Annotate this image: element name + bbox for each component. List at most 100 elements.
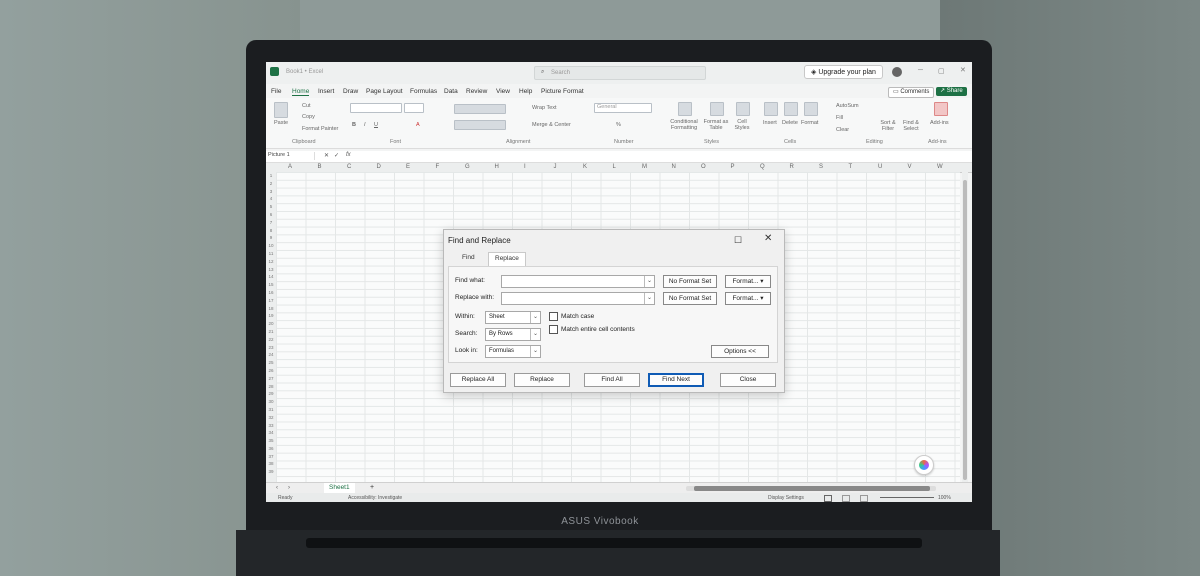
page-break-view-icon[interactable]	[860, 495, 868, 502]
column-header-j[interactable]: J	[554, 164, 557, 170]
search-dropdown-icon[interactable]: ⌄	[530, 329, 540, 340]
row-header[interactable]: 4	[266, 195, 276, 203]
vertical-scroll-thumb[interactable]	[963, 180, 967, 480]
within-dropdown-icon[interactable]: ⌄	[530, 312, 540, 323]
column-header-f[interactable]: F	[436, 164, 440, 170]
row-header[interactable]: 17	[266, 297, 276, 305]
formula-input[interactable]	[362, 152, 952, 160]
row-header[interactable]: 19	[266, 312, 276, 320]
column-header-v[interactable]: V	[908, 164, 912, 170]
menu-data[interactable]: Data	[444, 88, 458, 95]
row-header[interactable]: 30	[266, 398, 276, 406]
menu-page-layout[interactable]: Page Layout	[366, 88, 403, 95]
share-button[interactable]: ↗ Share	[936, 87, 967, 96]
row-header[interactable]: 14	[266, 273, 276, 281]
underline-button[interactable]: U	[374, 122, 378, 128]
menu-picture-format[interactable]: Picture Format	[541, 88, 584, 95]
bold-button[interactable]: B	[352, 122, 356, 128]
zoom-level[interactable]: 100%	[938, 495, 951, 501]
find-select-button[interactable]: Find & Select	[900, 120, 922, 132]
row-header[interactable]: 38	[266, 460, 276, 468]
row-header[interactable]: 9	[266, 234, 276, 242]
find-what-dropdown-icon[interactable]: ⌄	[644, 276, 654, 287]
column-header-o[interactable]: O	[701, 164, 706, 170]
zoom-slider[interactable]	[880, 497, 934, 498]
row-header[interactable]: 33	[266, 422, 276, 430]
row-header[interactable]: 13	[266, 266, 276, 274]
tab-find[interactable]: Find	[456, 252, 481, 267]
row-header[interactable]: 36	[266, 445, 276, 453]
confirm-icon[interactable]: ✓	[334, 152, 339, 159]
search-select[interactable]: By Rows ⌄	[485, 328, 541, 341]
prev-sheet-icon[interactable]: ‹	[276, 485, 278, 491]
row-header[interactable]: 35	[266, 437, 276, 445]
font-size-box[interactable]	[404, 103, 424, 113]
paste-icon[interactable]	[274, 102, 288, 118]
match-entire-checkbox[interactable]	[549, 325, 558, 334]
merge-center-button[interactable]: Merge & Center	[532, 122, 571, 128]
fx-icon[interactable]: fx	[346, 152, 351, 158]
row-header[interactable]: 25	[266, 359, 276, 367]
insert-cells-icon[interactable]	[764, 102, 778, 116]
find-all-button[interactable]: Find All	[584, 373, 640, 387]
format-painter-button[interactable]: Format Painter	[302, 126, 338, 132]
column-header-n[interactable]: N	[672, 164, 676, 170]
cut-button[interactable]: Cut	[302, 103, 311, 109]
column-header-t[interactable]: T	[849, 164, 853, 170]
menu-view[interactable]: View	[496, 88, 510, 95]
name-box[interactable]: Picture 1	[268, 152, 315, 160]
row-header[interactable]: 24	[266, 351, 276, 359]
row-header[interactable]: 15	[266, 281, 276, 289]
row-header[interactable]: 26	[266, 367, 276, 375]
column-header-r[interactable]: R	[790, 164, 794, 170]
dialog-maximize-icon[interactable]: ☐	[734, 235, 742, 246]
format-as-table-icon[interactable]	[710, 102, 724, 116]
replace-all-button[interactable]: Replace All	[450, 373, 506, 387]
clear-button[interactable]: Clear	[836, 127, 849, 133]
conditional-formatting-icon[interactable]	[678, 102, 692, 116]
match-case-checkbox[interactable]	[549, 312, 558, 321]
cancel-icon[interactable]: ✕	[324, 152, 329, 159]
find-what-input[interactable]: ⌄	[501, 275, 655, 288]
row-header[interactable]: 2	[266, 180, 276, 188]
delete-cells-icon[interactable]	[784, 102, 798, 116]
column-header-e[interactable]: E	[406, 164, 410, 170]
italic-button[interactable]: I	[364, 122, 366, 128]
row-header[interactable]: 20	[266, 320, 276, 328]
fill-button[interactable]: Fill	[836, 115, 843, 121]
number-format-select[interactable]: General	[594, 103, 652, 113]
row-header[interactable]: 6	[266, 211, 276, 219]
row-header[interactable]: 29	[266, 390, 276, 398]
find-format-button[interactable]: Format... ▾	[725, 275, 771, 288]
column-header-h[interactable]: H	[495, 164, 499, 170]
horizontal-scrollbar[interactable]	[686, 486, 936, 491]
menu-insert[interactable]: Insert	[318, 88, 334, 95]
copilot-button[interactable]	[914, 455, 934, 475]
percent-button[interactable]: %	[616, 122, 621, 128]
row-header[interactable]: 18	[266, 305, 276, 313]
row-header[interactable]: 16	[266, 289, 276, 297]
comments-button[interactable]: ▭ Comments	[888, 87, 935, 98]
font-color-icon[interactable]: A	[416, 122, 420, 128]
menu-formulas[interactable]: Formulas	[410, 88, 437, 95]
column-header-b[interactable]: B	[318, 164, 322, 170]
look-in-select[interactable]: Formulas ⌄	[485, 345, 541, 358]
cell-styles-icon[interactable]	[736, 102, 750, 116]
column-header-s[interactable]: S	[819, 164, 823, 170]
sort-filter-button[interactable]: Sort & Filter	[878, 120, 898, 132]
column-header-g[interactable]: G	[465, 164, 470, 170]
row-header[interactable]: 32	[266, 414, 276, 422]
align-icons[interactable]	[454, 104, 506, 114]
row-header[interactable]: 7	[266, 219, 276, 227]
normal-view-icon[interactable]	[824, 495, 832, 502]
menu-review[interactable]: Review	[466, 88, 487, 95]
column-header-w[interactable]: W	[937, 164, 943, 170]
menu-help[interactable]: Help	[519, 88, 532, 95]
row-header[interactable]: 28	[266, 383, 276, 391]
avatar[interactable]	[892, 67, 902, 77]
row-header[interactable]: 27	[266, 375, 276, 383]
menu-file[interactable]: File	[271, 88, 281, 95]
row-header[interactable]: 5	[266, 203, 276, 211]
close-button[interactable]: Close	[720, 373, 776, 387]
copy-button[interactable]: Copy	[302, 114, 315, 120]
